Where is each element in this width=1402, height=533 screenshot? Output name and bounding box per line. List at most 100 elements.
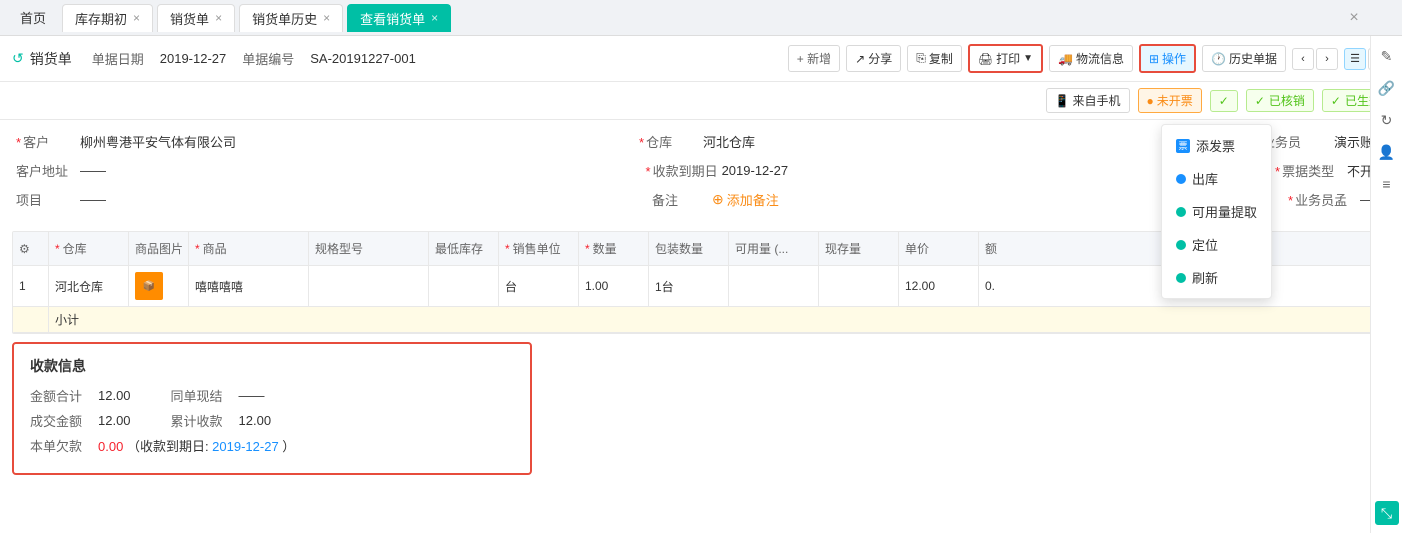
operation-button-label: 操作 [1162, 50, 1186, 67]
header-img: 商品图片 [129, 232, 189, 265]
customer-label: 客户 [16, 132, 76, 151]
sidebar-user-icon[interactable]: 👤 [1375, 140, 1399, 164]
cell-product-1: 嘻嘻嘻嘻 [189, 266, 309, 306]
print-icon: 🖨 [978, 52, 993, 66]
list-view-icon[interactable]: ☰ [1344, 48, 1366, 70]
header-price-label: 单价 [905, 240, 929, 257]
total-amount-item: 金额合计 12.00 [30, 386, 131, 405]
address-label: 客户地址 [16, 161, 76, 180]
new-button-label: + 新增 [797, 50, 831, 67]
sidebar-edit-icon[interactable]: ✎ [1375, 44, 1399, 68]
header-avail-label: 可用量 (... [735, 240, 788, 257]
tab-inventory-init-close[interactable]: × [133, 11, 140, 25]
dropdown-available-qty[interactable]: 可用量提取 [1162, 195, 1271, 228]
prev-arrow[interactable]: ‹ [1292, 48, 1314, 70]
deal-amount-item: 成交金额 12.00 [30, 411, 131, 430]
warehouse-value: 河北仓库 [703, 132, 755, 151]
next-arrow[interactable]: › [1316, 48, 1338, 70]
tab-sales-history[interactable]: 销货单历史 × [239, 4, 343, 32]
cell-pack-1: 1台 [649, 266, 729, 306]
gear-icon[interactable]: ⚙ [19, 242, 30, 256]
tab-view-sales[interactable]: 查看销货单 × [347, 4, 451, 32]
header-stock-label: 现存量 [825, 240, 861, 257]
header-warehouse: * 仓库 [49, 232, 129, 265]
share-icon: ↗ [855, 52, 865, 66]
sidebar-refresh-icon[interactable]: ↻ [1375, 108, 1399, 132]
cell-stock-1 [819, 266, 899, 306]
copy-icon: ⎘ [916, 51, 926, 66]
tab-sales-history-label: 销货单历史 [252, 9, 317, 28]
row-price-1: 12.00 [905, 279, 935, 293]
history-button[interactable]: 🕐 历史单据 [1202, 45, 1286, 72]
doc-title: 销货单 [30, 49, 72, 69]
operation-dropdown-menu: 票 添发票 出库 可用量提取 定位 刷新 [1161, 124, 1272, 299]
header-qty-label: 数量 [593, 240, 617, 257]
from-phone-label: 来自手机 [1073, 92, 1121, 109]
header-minstock-label: 最低库存 [435, 240, 483, 257]
logistics-button[interactable]: 🚚 物流信息 [1049, 45, 1133, 72]
due-date: 2019-12-27 [212, 439, 279, 454]
cell-no-1: 1 [13, 266, 49, 306]
dropdown-locate[interactable]: 定位 [1162, 228, 1271, 261]
subtotal-row: 小计 [13, 307, 1389, 333]
toolbar-right: + 新增 ↗ 分享 ⎘ 复制 🖨 打印 ▼ 🚚 物流信息 [788, 44, 1390, 73]
tab-sales-order[interactable]: 销货单 × [157, 4, 235, 32]
share-button[interactable]: ↗ 分享 [846, 45, 901, 72]
header-product: * 商品 [189, 232, 309, 265]
subtotal-label-cell: 小计 [49, 307, 1389, 332]
tab-view-sales-close[interactable]: × [431, 11, 438, 25]
check-icon-btn[interactable]: ✓ [1210, 90, 1238, 112]
operator-field: 业务员 演示账号 [1262, 132, 1386, 151]
new-button[interactable]: + 新增 [788, 45, 840, 72]
deal-amount-value: 12.00 [98, 413, 131, 428]
print-button-label: 打印 [996, 50, 1020, 67]
tab-view-sales-label: 查看销货单 [360, 9, 425, 28]
locate-label: 定位 [1192, 235, 1218, 254]
from-phone-button[interactable]: 📱 来自手机 [1046, 88, 1130, 113]
history-button-label: 历史单据 [1229, 50, 1277, 67]
add-note-icon: ⊕ [712, 191, 724, 208]
dropdown-add-invoice[interactable]: 票 添发票 [1162, 129, 1271, 162]
header-avail: 可用量 (... [729, 232, 819, 265]
tab-home[interactable]: 首页 [8, 4, 58, 32]
payment-date-value: 2019-12-27 [722, 163, 789, 178]
dropdown-refresh[interactable]: 刷新 [1162, 261, 1271, 294]
check-mark: ✓ [1255, 94, 1265, 108]
operation-button[interactable]: ⊞ 操作 [1139, 44, 1196, 73]
logistics-icon: 🚚 [1058, 52, 1073, 66]
sidebar-expand-icon[interactable]: ⤡ [1375, 501, 1399, 525]
not-open-label: 未开票 [1157, 92, 1193, 109]
tab-sales-history-close[interactable]: × [323, 11, 330, 25]
project-label: 项目 [16, 190, 76, 209]
header-stock: 现存量 [819, 232, 899, 265]
add-note-button[interactable]: ⊕ 添加备注 [712, 190, 779, 209]
tab-inventory-init[interactable]: 库存期初 × [62, 4, 153, 32]
row-product-1: 嘻嘻嘻嘻 [195, 278, 243, 295]
not-open-icon: ● [1147, 94, 1154, 108]
not-open-button[interactable]: ● 未开票 [1138, 88, 1202, 113]
header-bar: ↺ 销货单 单据日期 2019-12-27 单据编号 SA-20191227-0… [0, 36, 1402, 82]
row-unit-1: 台 [505, 278, 517, 295]
meta-date-label: 单据日期 [92, 49, 144, 68]
dropdown-out-warehouse[interactable]: 出库 [1162, 162, 1271, 195]
deal-amount-label: 成交金额 [30, 411, 90, 430]
sidebar-list-icon[interactable]: ≡ [1375, 172, 1399, 196]
tab-sales-order-close[interactable]: × [215, 11, 222, 25]
cell-unit-1: 台 [499, 266, 579, 306]
tab-bar: 首页 库存期初 × 销货单 × 销货单历史 × 查看销货单 × × [0, 0, 1402, 36]
doc-icon: ↺ [12, 50, 24, 67]
available-qty-label: 可用量提取 [1192, 202, 1257, 221]
add-invoice-label: 添发票 [1196, 136, 1235, 155]
address-value: —— [80, 163, 106, 178]
ticket-type-label: 票据类型 [1275, 161, 1335, 180]
payment-info-box: 收款信息 金额合计 12.00 同单现结 —— 成交金额 12.00 累计收款 [12, 342, 532, 475]
window-close-button[interactable]: × [1338, 0, 1370, 36]
copy-button[interactable]: ⎘ 复制 [907, 45, 962, 72]
row-qty-1: 1.00 [585, 279, 608, 293]
print-button[interactable]: 🖨 打印 ▼ [968, 44, 1043, 73]
sidebar-link-icon[interactable]: 🔗 [1375, 76, 1399, 100]
add-note-label: 添加备注 [727, 190, 779, 209]
out-warehouse-label: 出库 [1192, 169, 1218, 188]
header-unit: * 销售单位 [499, 232, 579, 265]
cumulative-value: 12.00 [239, 413, 272, 428]
